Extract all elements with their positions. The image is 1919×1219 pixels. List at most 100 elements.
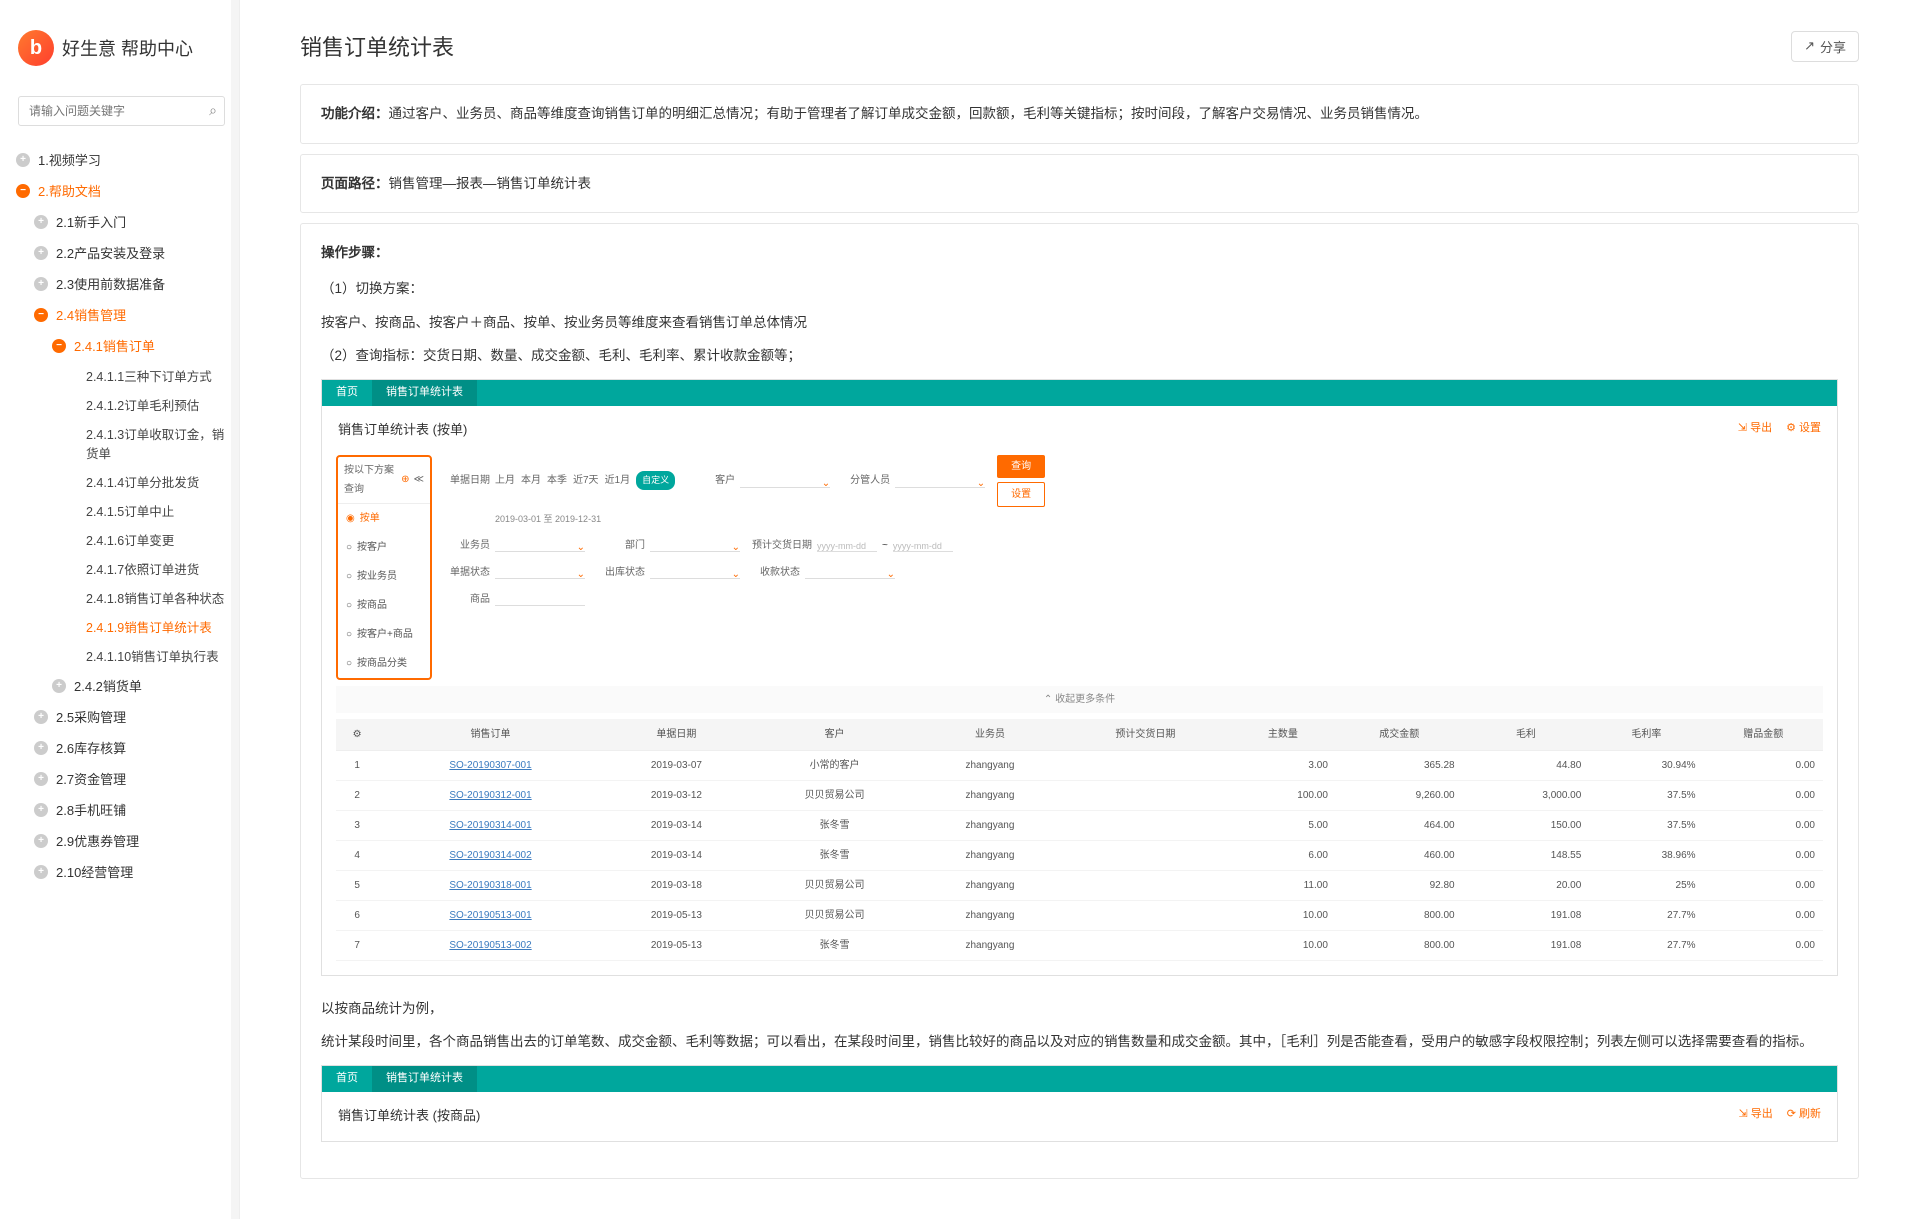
col-header: ⚙ bbox=[336, 719, 378, 751]
col-header: 客户 bbox=[750, 719, 919, 751]
nav-item[interactable]: −2.帮助文档 bbox=[12, 175, 231, 206]
nav-leaf[interactable]: 2.4.1.2订单毛利预估 bbox=[82, 390, 231, 419]
nav-item[interactable]: +2.10经营管理 bbox=[30, 856, 231, 887]
minus-icon: − bbox=[52, 339, 66, 353]
table-row[interactable]: 7SO-20190513-0022019-05-13张冬雪zhangyang10… bbox=[336, 930, 1823, 960]
search-input[interactable] bbox=[18, 96, 225, 126]
page-title: 销售订单统计表 bbox=[300, 30, 454, 62]
nav-item[interactable]: −2.4销售管理 bbox=[30, 299, 231, 330]
intro-label: 功能介绍： bbox=[321, 106, 389, 121]
logo[interactable]: b 好生意 帮助中心 bbox=[12, 10, 231, 96]
plus-icon: + bbox=[34, 865, 48, 879]
sales-select[interactable] bbox=[495, 538, 585, 552]
nav-tree: +1.视频学习−2.帮助文档+2.1新手入门+2.2产品安装及登录+2.3使用前… bbox=[12, 144, 231, 887]
sidebar: b 好生意 帮助中心 ⌕ +1.视频学习−2.帮助文档+2.1新手入门+2.2产… bbox=[0, 0, 240, 1219]
dept-select[interactable] bbox=[650, 538, 740, 552]
table-row[interactable]: 4SO-20190314-0022019-03-14张冬雪zhangyang6.… bbox=[336, 840, 1823, 870]
nav-item[interactable]: +2.5采购管理 bbox=[30, 701, 231, 732]
scheme-item[interactable]: ○按客户+商品 bbox=[338, 620, 430, 649]
customer-select[interactable] bbox=[740, 474, 830, 488]
date-from[interactable]: yyyy-mm-dd bbox=[817, 538, 877, 552]
table-row[interactable]: 1SO-20190307-0012019-03-07小常的客户zhangyang… bbox=[336, 750, 1823, 780]
nav-item[interactable]: −2.4.1销售订单 bbox=[48, 330, 231, 361]
nav-item[interactable]: +2.9优惠券管理 bbox=[30, 825, 231, 856]
plus-icon: + bbox=[52, 679, 66, 693]
table-row[interactable]: 3SO-20190314-0012019-03-14张冬雪zhangyang5.… bbox=[336, 810, 1823, 840]
goods-input[interactable] bbox=[495, 592, 585, 606]
nav-leaf[interactable]: 2.4.1.9销售订单统计表 bbox=[82, 612, 231, 641]
sc1-tab-home[interactable]: 首页 bbox=[322, 380, 372, 406]
search-icon[interactable]: ⌕ bbox=[209, 102, 217, 119]
step-1: （1）切换方案： bbox=[321, 276, 1838, 302]
plus-icon: + bbox=[34, 277, 48, 291]
scheme-box: 按以下方案查询⊕≪ ◉按单○按客户○按业务员○按商品○按客户+商品○按商品分类 bbox=[336, 455, 432, 680]
col-header: 成交金额 bbox=[1336, 719, 1463, 751]
sc2-refresh[interactable]: ⟳ 刷新 bbox=[1787, 1104, 1821, 1129]
intro-card: 功能介绍：通过客户、业务员、商品等维度查询销售订单的明细汇总情况；有助于管理者了… bbox=[300, 84, 1859, 144]
date-to[interactable]: yyyy-mm-dd bbox=[893, 538, 953, 552]
assigned-select[interactable] bbox=[895, 474, 985, 488]
collapse-bar[interactable]: ⌃ 收起更多条件 bbox=[336, 686, 1823, 713]
nav-item[interactable]: +2.2产品安装及登录 bbox=[30, 237, 231, 268]
col-header: 赠品金额 bbox=[1704, 719, 1823, 751]
minus-icon: − bbox=[16, 184, 30, 198]
search-box: ⌕ bbox=[18, 96, 225, 126]
nav-leaf[interactable]: 2.4.1.8销售订单各种状态 bbox=[82, 583, 231, 612]
sc1-setting[interactable]: ⚙ 设置 bbox=[1786, 418, 1821, 443]
plus-icon: + bbox=[34, 834, 48, 848]
table-row[interactable]: 6SO-20190513-0012019-05-13贝贝贸易公司zhangyan… bbox=[336, 900, 1823, 930]
nav-leaf[interactable]: 2.4.1.5订单中止 bbox=[82, 496, 231, 525]
radio-icon: ○ bbox=[346, 538, 352, 557]
nav-leaf[interactable]: 2.4.1.1三种下订单方式 bbox=[82, 361, 231, 390]
plus-icon: + bbox=[34, 710, 48, 724]
nav-item[interactable]: +2.1新手入门 bbox=[30, 206, 231, 237]
scheme-head: 按以下方案查询⊕≪ bbox=[338, 457, 430, 504]
nav-item[interactable]: +2.7资金管理 bbox=[30, 763, 231, 794]
nav-item[interactable]: +1.视频学习 bbox=[12, 144, 231, 175]
col-header: 毛利率 bbox=[1589, 719, 1703, 751]
screenshot-2: 首页 销售订单统计表 销售订单统计表 (按商品) ⇲ 导出 ⟳ 刷新 bbox=[321, 1065, 1838, 1142]
date-options[interactable]: 上月本月本季近7天近1月自定义 bbox=[495, 471, 675, 490]
table-row[interactable]: 2SO-20190312-0012019-03-12贝贝贸易公司zhangyan… bbox=[336, 780, 1823, 810]
out-select[interactable] bbox=[650, 565, 740, 579]
sc2-tab-home[interactable]: 首页 bbox=[322, 1066, 372, 1092]
main-content: 销售订单统计表 ↗ 分享 功能介绍：通过客户、业务员、商品等维度查询销售订单的明… bbox=[240, 0, 1919, 1219]
radio-icon: ◉ bbox=[346, 509, 355, 528]
plus-icon: + bbox=[34, 215, 48, 229]
logo-icon: b bbox=[18, 30, 54, 66]
nav-item[interactable]: +2.3使用前数据准备 bbox=[30, 268, 231, 299]
nav-leaf[interactable]: 2.4.1.7依照订单进货 bbox=[82, 554, 231, 583]
nav-leaf[interactable]: 2.4.1.3订单收取订金，销货单 bbox=[82, 419, 231, 467]
sc2-export[interactable]: ⇲ 导出 bbox=[1738, 1104, 1772, 1129]
plus-icon: + bbox=[34, 741, 48, 755]
share-icon: ↗ bbox=[1804, 38, 1815, 54]
example-intro: 以按商品统计为例， bbox=[321, 996, 1838, 1022]
status-select[interactable] bbox=[495, 565, 585, 579]
scrollbar[interactable] bbox=[233, 8, 237, 88]
pay-select[interactable] bbox=[805, 565, 895, 579]
query-button[interactable]: 查询 bbox=[997, 455, 1045, 478]
scheme-item[interactable]: ◉按单 bbox=[338, 504, 430, 533]
nav-item[interactable]: +2.6库存核算 bbox=[30, 732, 231, 763]
nav-item[interactable]: +2.8手机旺铺 bbox=[30, 794, 231, 825]
nav-leaf[interactable]: 2.4.1.10销售订单执行表 bbox=[82, 641, 231, 670]
sc1-tab-active[interactable]: 销售订单统计表 bbox=[372, 380, 477, 406]
col-header: 主数量 bbox=[1230, 719, 1336, 751]
scheme-item[interactable]: ○按商品分类 bbox=[338, 649, 430, 678]
settings-button[interactable]: 设置 bbox=[997, 482, 1045, 507]
logo-text: 好生意 帮助中心 bbox=[62, 35, 193, 61]
nav-leaf[interactable]: 2.4.1.6订单变更 bbox=[82, 525, 231, 554]
scheme-item[interactable]: ○按商品 bbox=[338, 591, 430, 620]
share-button[interactable]: ↗ 分享 bbox=[1791, 31, 1859, 62]
sc1-table: ⚙销售订单单据日期客户业务员预计交货日期主数量成交金额毛利毛利率赠品金额 1SO… bbox=[336, 719, 1823, 961]
col-header: 预计交货日期 bbox=[1061, 719, 1230, 751]
sc2-tab-active[interactable]: 销售订单统计表 bbox=[372, 1066, 477, 1092]
table-row[interactable]: 5SO-20190318-0012019-03-18贝贝贸易公司zhangyan… bbox=[336, 870, 1823, 900]
example-text: 统计某段时间里，各个商品销售出去的订单笔数、成交金额、毛利等数据；可以看出，在某… bbox=[321, 1029, 1838, 1055]
nav-item[interactable]: +2.4.2销货单 bbox=[48, 670, 231, 701]
col-header: 销售订单 bbox=[378, 719, 603, 751]
scheme-item[interactable]: ○按客户 bbox=[338, 533, 430, 562]
scheme-item[interactable]: ○按业务员 bbox=[338, 562, 430, 591]
sc1-export[interactable]: ⇲ 导出 bbox=[1738, 418, 1772, 443]
nav-leaf[interactable]: 2.4.1.4订单分批发货 bbox=[82, 467, 231, 496]
